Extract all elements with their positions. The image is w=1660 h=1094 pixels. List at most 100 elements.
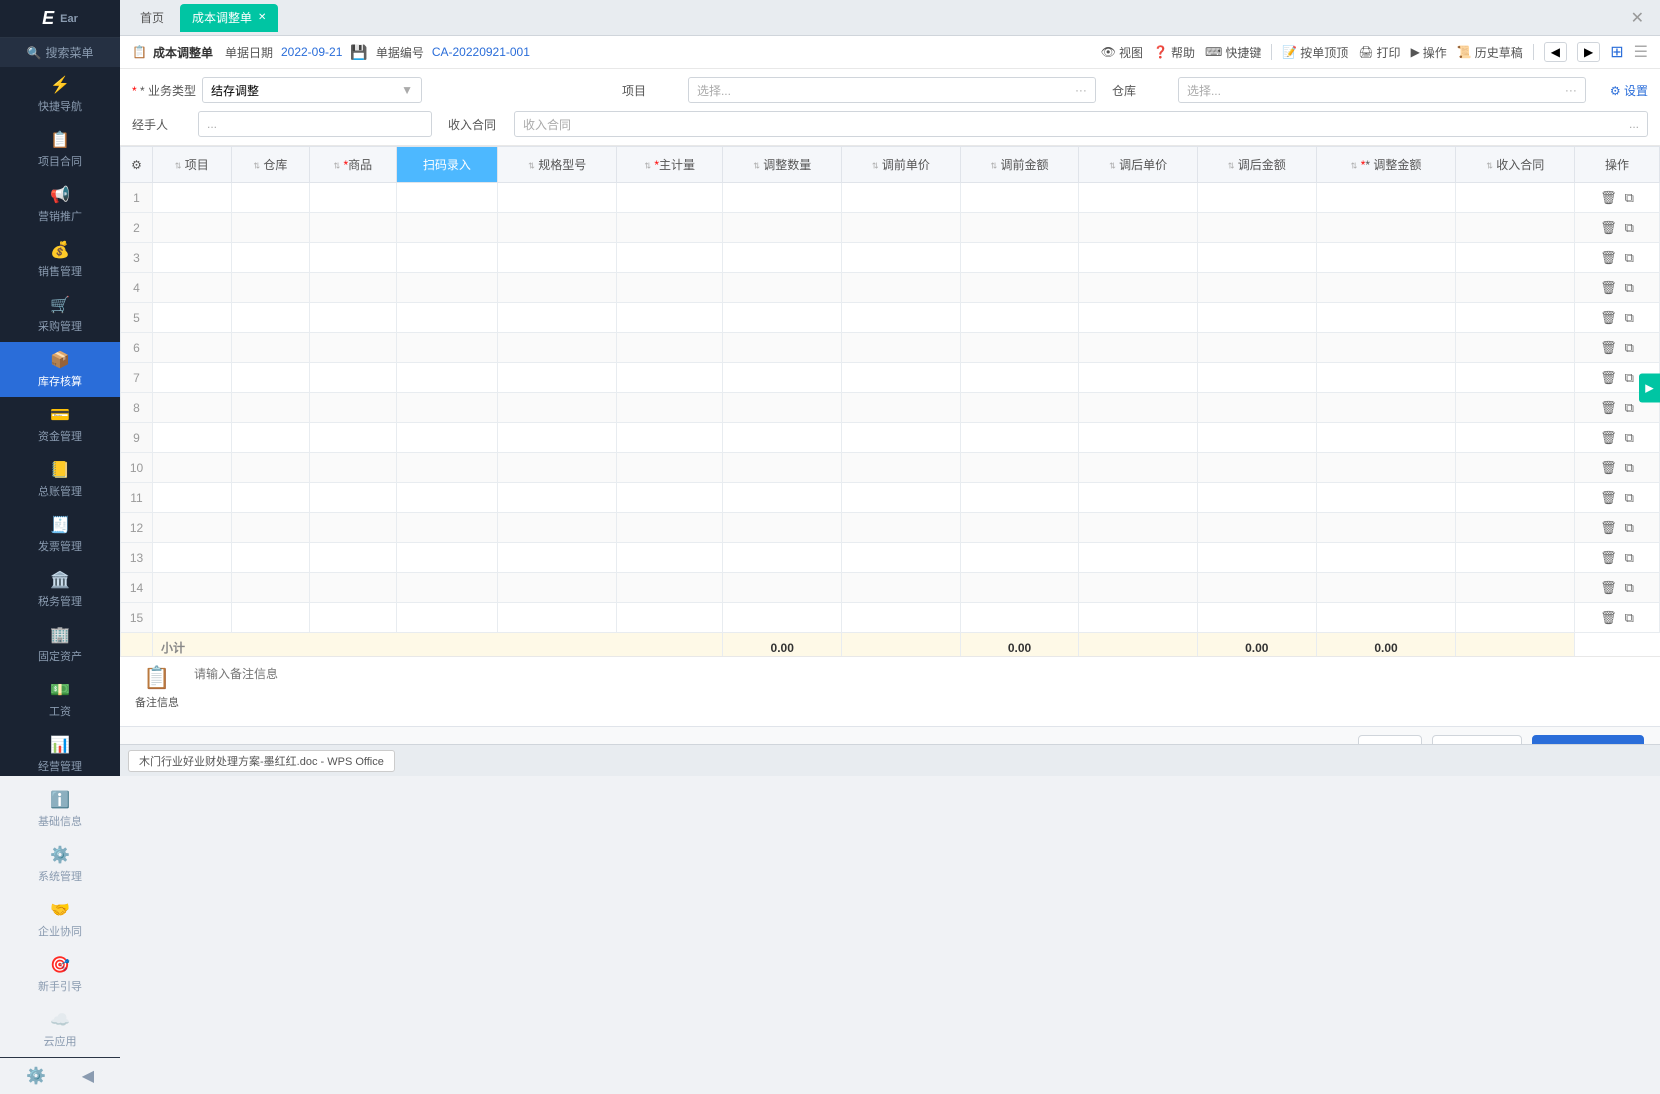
after-amount-cell[interactable] xyxy=(1197,213,1316,243)
delete-row-button[interactable]: 🗑 xyxy=(1598,188,1619,208)
after-amount-cell[interactable] xyxy=(1197,183,1316,213)
adjust-qty-cell[interactable] xyxy=(723,603,842,633)
unit-cell[interactable] xyxy=(617,243,723,273)
spec-cell[interactable] xyxy=(498,513,617,543)
adjust-qty-cell[interactable] xyxy=(723,393,842,423)
before-amount-cell[interactable] xyxy=(960,483,1079,513)
project-cell[interactable] xyxy=(153,303,232,333)
print-action[interactable]: 🖨 打印 xyxy=(1358,44,1400,61)
warehouse-cell[interactable] xyxy=(231,273,310,303)
copy-row-button[interactable]: ⧉ xyxy=(1623,368,1636,388)
delete-row-button[interactable]: 🗑 xyxy=(1598,608,1619,628)
spec-cell[interactable] xyxy=(498,423,617,453)
adjust-amount-cell[interactable] xyxy=(1316,333,1456,363)
scan-cell[interactable] xyxy=(396,333,498,363)
spec-cell[interactable] xyxy=(498,303,617,333)
before-amount-cell[interactable] xyxy=(960,273,1079,303)
scan-cell[interactable] xyxy=(396,273,498,303)
before-price-cell[interactable] xyxy=(842,603,961,633)
sidebar-item-purchase[interactable]: 🛒 采购管理 xyxy=(0,287,120,342)
adjust-qty-cell[interactable] xyxy=(723,363,842,393)
copy-row-button[interactable]: ⧉ xyxy=(1623,578,1636,598)
warehouse-cell[interactable] xyxy=(231,573,310,603)
after-amount-cell[interactable] xyxy=(1197,423,1316,453)
col-scan[interactable]: 扫码录入 xyxy=(396,147,498,183)
delete-row-button[interactable]: 🗑 xyxy=(1598,488,1619,508)
adjust-amount-cell[interactable] xyxy=(1316,243,1456,273)
delete-row-button[interactable]: 🗑 xyxy=(1598,578,1619,598)
product-cell[interactable] xyxy=(310,453,396,483)
scan-cell[interactable] xyxy=(396,543,498,573)
unit-cell[interactable] xyxy=(617,423,723,453)
product-cell[interactable] xyxy=(310,363,396,393)
delete-row-button[interactable]: 🗑 xyxy=(1598,518,1619,538)
unit-cell[interactable] xyxy=(617,303,723,333)
before-amount-cell[interactable] xyxy=(960,303,1079,333)
after-price-cell[interactable] xyxy=(1079,453,1198,483)
before-price-cell[interactable] xyxy=(842,303,961,333)
product-cell[interactable] xyxy=(310,573,396,603)
sidebar-item-guide[interactable]: 🎯 新手引导 xyxy=(0,947,120,1002)
project-cell[interactable] xyxy=(153,273,232,303)
business-type-select[interactable]: 结存调整 ▼ xyxy=(202,77,422,103)
adjust-qty-cell[interactable] xyxy=(723,513,842,543)
after-amount-cell[interactable] xyxy=(1197,393,1316,423)
product-cell[interactable] xyxy=(310,183,396,213)
product-cell[interactable] xyxy=(310,543,396,573)
sidebar-item-quick-nav[interactable]: ⚡ 快捷导航 xyxy=(0,67,120,122)
after-price-cell[interactable] xyxy=(1079,243,1198,273)
before-price-cell[interactable] xyxy=(842,453,961,483)
unit-cell[interactable] xyxy=(617,483,723,513)
list-view-icon[interactable]: ☰ xyxy=(1634,42,1648,62)
collapse-icon[interactable]: ◀ xyxy=(82,1066,94,1086)
delete-row-button[interactable]: 🗑 xyxy=(1598,248,1619,268)
help-action[interactable]: ❓ 帮助 xyxy=(1153,44,1195,61)
product-cell[interactable] xyxy=(310,303,396,333)
after-amount-cell[interactable] xyxy=(1197,573,1316,603)
sidebar-search[interactable]: 🔍 搜索菜单 xyxy=(0,38,120,67)
delete-row-button[interactable]: 🗑 xyxy=(1598,218,1619,238)
warehouse-cell[interactable] xyxy=(231,513,310,543)
after-price-cell[interactable] xyxy=(1079,303,1198,333)
project-cell[interactable] xyxy=(153,543,232,573)
warehouse-cell[interactable] xyxy=(231,243,310,273)
unit-cell[interactable] xyxy=(617,213,723,243)
warehouse-cell[interactable] xyxy=(231,303,310,333)
income-contract-cell[interactable] xyxy=(1456,573,1575,603)
warehouse-cell[interactable] xyxy=(231,213,310,243)
before-price-cell[interactable] xyxy=(842,363,961,393)
sidebar-item-basic-info[interactable]: ℹ️ 基础信息 xyxy=(0,782,120,837)
unit-cell[interactable] xyxy=(617,543,723,573)
adjust-qty-cell[interactable] xyxy=(723,483,842,513)
warehouse-cell[interactable] xyxy=(231,363,310,393)
after-amount-cell[interactable] xyxy=(1197,483,1316,513)
income-contract-select[interactable]: 收入合同 ... xyxy=(514,111,1648,137)
spec-cell[interactable] xyxy=(498,453,617,483)
sidebar-item-tax[interactable]: 🏛️ 税务管理 xyxy=(0,562,120,617)
spec-cell[interactable] xyxy=(498,243,617,273)
tab-cost-adjust[interactable]: 成本调整单 ✕ xyxy=(180,4,278,32)
copy-row-button[interactable]: ⧉ xyxy=(1623,278,1636,298)
unit-cell[interactable] xyxy=(617,273,723,303)
adjust-qty-cell[interactable] xyxy=(723,333,842,363)
grid-view-icon[interactable]: ⊞ xyxy=(1610,42,1623,62)
project-cell[interactable] xyxy=(153,243,232,273)
after-price-cell[interactable] xyxy=(1079,213,1198,243)
after-amount-cell[interactable] xyxy=(1197,303,1316,333)
adjust-amount-cell[interactable] xyxy=(1316,213,1456,243)
copy-row-button[interactable]: ⧉ xyxy=(1623,428,1636,448)
project-cell[interactable] xyxy=(153,603,232,633)
save-icon[interactable]: 💾 xyxy=(350,44,367,61)
after-price-cell[interactable] xyxy=(1079,483,1198,513)
scan-cell[interactable] xyxy=(396,513,498,543)
adjust-amount-cell[interactable] xyxy=(1316,183,1456,213)
sidebar-item-system[interactable]: ⚙️ 系统管理 xyxy=(0,837,120,892)
adjust-qty-cell[interactable] xyxy=(723,183,842,213)
before-amount-cell[interactable] xyxy=(960,333,1079,363)
before-price-cell[interactable] xyxy=(842,273,961,303)
product-cell[interactable] xyxy=(310,243,396,273)
before-price-cell[interactable] xyxy=(842,213,961,243)
delete-row-button[interactable]: 🗑 xyxy=(1598,548,1619,568)
before-price-cell[interactable] xyxy=(842,393,961,423)
income-contract-cell[interactable] xyxy=(1456,423,1575,453)
